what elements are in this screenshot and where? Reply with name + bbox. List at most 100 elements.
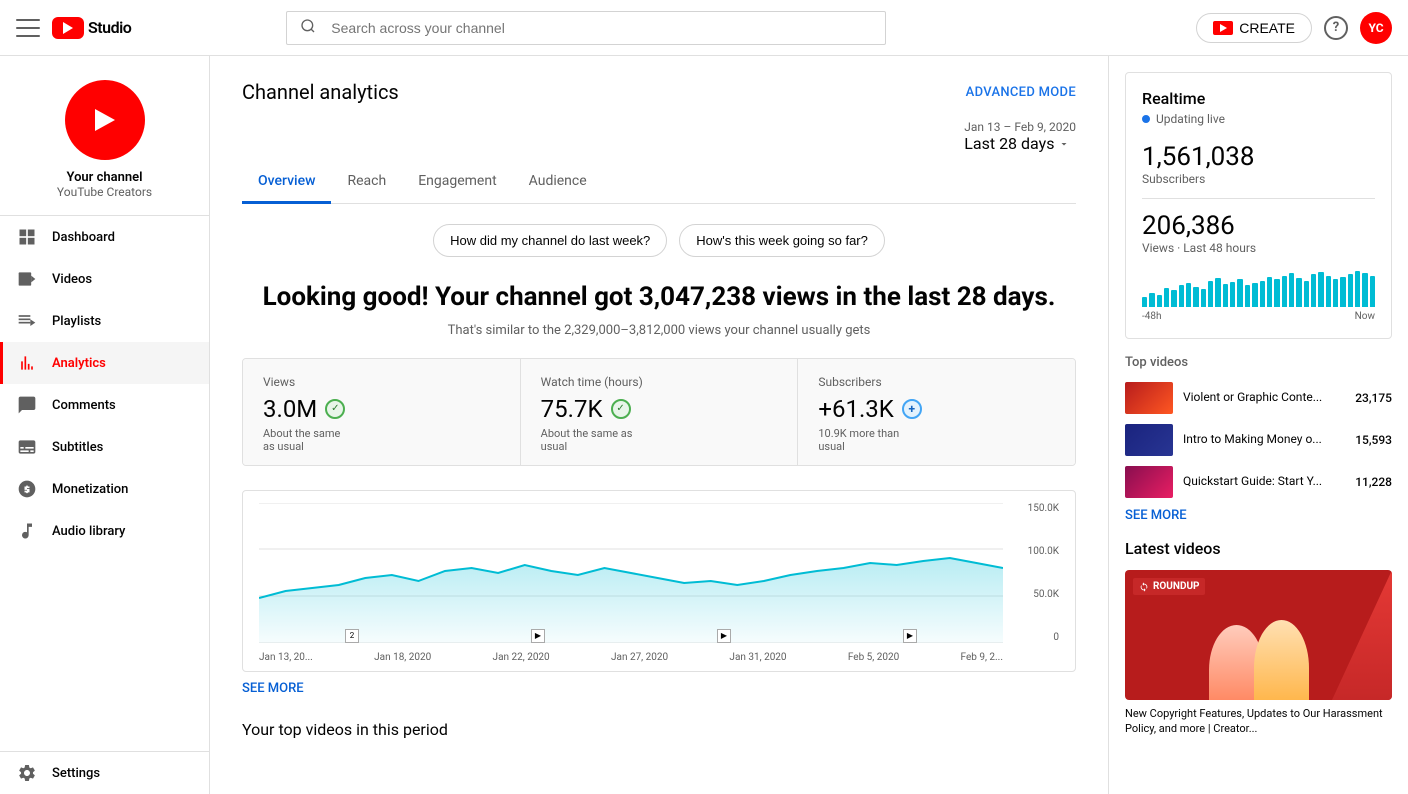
- mini-bar: [1318, 272, 1323, 307]
- x-label-3: Jan 22, 2020: [493, 652, 550, 663]
- top-videos-section: Top videos Violent or Graphic Conte... 2…: [1125, 355, 1392, 523]
- realtime-views-label: Views · Last 48 hours: [1142, 241, 1375, 255]
- analytics-icon: [16, 352, 38, 374]
- chart-markers: 2 ▶ ▶ ▶: [259, 629, 1003, 643]
- chart-y-labels: 150.0K 100.0K 50.0K 0: [1009, 503, 1059, 643]
- sidebar-item-settings[interactable]: Settings: [0, 752, 209, 794]
- question-buttons: How did my channel do last week? How's t…: [242, 224, 1076, 257]
- date-period-selector[interactable]: Last 28 days: [964, 134, 1076, 153]
- stats-subtext: That's similar to the 2,329,000–3,812,00…: [242, 323, 1076, 338]
- tab-overview[interactable]: Overview: [242, 161, 331, 204]
- sidebar-item-analytics[interactable]: Analytics: [0, 342, 209, 384]
- sidebar-item-dashboard[interactable]: Dashboard: [0, 216, 209, 258]
- chart-svg-wrap: [259, 503, 1003, 643]
- sidebar: Your channel YouTube Creators Dashboard …: [0, 56, 210, 794]
- chart-marker-3[interactable]: ▶: [717, 629, 731, 643]
- tab-reach[interactable]: Reach: [331, 161, 402, 204]
- date-period: Last 28 days: [964, 134, 1054, 153]
- metric-subscribers-note: 10.9K more thanusual: [818, 427, 1055, 453]
- comments-label: Comments: [52, 398, 116, 413]
- create-button[interactable]: CREATE: [1196, 13, 1312, 43]
- sidebar-item-playlists[interactable]: Playlists: [0, 300, 209, 342]
- channel-subtitle: YouTube Creators: [57, 185, 152, 199]
- mini-bar: [1237, 279, 1242, 307]
- tab-engagement[interactable]: Engagement: [402, 161, 512, 204]
- chart-marker-1[interactable]: 2: [345, 629, 359, 643]
- metric-watchtime-value-row: 75.7K ✓: [541, 395, 778, 423]
- metrics-row: Views 3.0M ✓ About the sameas usual Watc…: [242, 358, 1076, 466]
- sidebar-item-subtitles[interactable]: Subtitles: [0, 426, 209, 468]
- sidebar-item-monetization[interactable]: Monetization: [0, 468, 209, 510]
- settings-label: Settings: [52, 766, 100, 781]
- question-btn-2[interactable]: How's this week going so far?: [679, 224, 885, 257]
- date-selector-row: Jan 13 – Feb 9, 2020 Last 28 days: [242, 120, 1076, 153]
- mini-bar: [1179, 285, 1184, 307]
- mini-bar: [1223, 284, 1228, 307]
- sidebar-item-audio-library[interactable]: Audio library: [0, 510, 209, 552]
- person-silhouette-2: [1254, 620, 1309, 700]
- mini-bar: [1171, 290, 1176, 307]
- channel-name: Your channel: [66, 170, 142, 185]
- top-videos-title: Top videos: [1125, 355, 1392, 370]
- y-label-100k: 100.0K: [1028, 546, 1059, 557]
- help-icon[interactable]: ?: [1324, 16, 1348, 40]
- sidebar-item-videos[interactable]: Videos: [0, 258, 209, 300]
- tab-audience[interactable]: Audience: [513, 161, 603, 204]
- search-input[interactable]: [286, 11, 886, 45]
- audio-library-label: Audio library: [52, 524, 125, 539]
- top-video-count-3: 11,228: [1355, 475, 1392, 489]
- mini-bar: [1326, 276, 1331, 307]
- latest-videos-title: Latest videos: [1125, 539, 1392, 558]
- youtube-logo-icon: [52, 17, 84, 39]
- tabs: Overview Reach Engagement Audience: [242, 161, 1076, 204]
- see-more-link[interactable]: SEE MORE: [242, 681, 304, 696]
- camera-icon: [1213, 21, 1233, 35]
- question-btn-1[interactable]: How did my channel do last week?: [433, 224, 667, 257]
- mini-bar: [1333, 279, 1338, 307]
- monetization-label: Monetization: [52, 482, 128, 497]
- realtime-subscribers-label: Subscribers: [1142, 172, 1375, 186]
- search-icon: [300, 18, 316, 38]
- mini-bar: [1267, 277, 1272, 307]
- mini-bar: [1296, 278, 1301, 307]
- metric-subscribers-value-row: +61.3K +: [818, 395, 1055, 423]
- create-label: CREATE: [1239, 20, 1295, 36]
- chart-container: 150.0K 100.0K 50.0K 0: [242, 490, 1076, 672]
- top-video-name-1: Violent or Graphic Conte...: [1183, 390, 1345, 406]
- top-video-count-2: 15,593: [1355, 433, 1392, 447]
- y-label-50k: 50.0K: [1033, 589, 1059, 600]
- topbar-left: Studio: [16, 17, 131, 39]
- hamburger-menu-icon[interactable]: [16, 19, 40, 37]
- top-video-item-3: Quickstart Guide: Start Y... 11,228: [1125, 466, 1392, 498]
- dashboard-icon: [16, 226, 38, 248]
- avatar[interactable]: YC: [1360, 12, 1392, 44]
- topbar-right: CREATE ? YC: [1196, 12, 1392, 44]
- mini-chart-label-right: Now: [1355, 311, 1375, 322]
- advanced-mode-link[interactable]: ADVANCED MODE: [966, 85, 1076, 100]
- x-label-6: Feb 5, 2020: [848, 652, 899, 663]
- metric-watchtime-value: 75.7K: [541, 395, 603, 423]
- studio-logo-text: Studio: [88, 18, 131, 37]
- latest-videos-section: Latest videos ROUNDUP New Copyright: [1125, 539, 1392, 737]
- see-more-right-link[interactable]: SEE MORE: [1125, 508, 1392, 523]
- mini-bar: [1348, 274, 1353, 307]
- mini-bar: [1245, 285, 1250, 307]
- realtime-bar-chart: [1142, 267, 1375, 307]
- logo[interactable]: Studio: [52, 17, 131, 39]
- mini-bar: [1252, 283, 1257, 307]
- metric-subscribers-value: +61.3K: [818, 395, 893, 423]
- y-label-0: 0: [1053, 632, 1059, 643]
- audio-library-icon: [16, 520, 38, 542]
- top-video-name-2: Intro to Making Money o...: [1183, 432, 1345, 448]
- live-label: Updating live: [1156, 112, 1225, 126]
- sidebar-item-comments[interactable]: Comments: [0, 384, 209, 426]
- chart-marker-4[interactable]: ▶: [903, 629, 917, 643]
- metric-views-value-row: 3.0M ✓: [263, 395, 500, 423]
- top-video-info-3: Quickstart Guide: Start Y...: [1183, 474, 1345, 490]
- subtitles-icon: [16, 436, 38, 458]
- chart-marker-2[interactable]: ▶: [531, 629, 545, 643]
- nav-items: Dashboard Videos Playlists Analytics: [0, 216, 209, 751]
- top-video-thumb-3: [1125, 466, 1173, 498]
- content-area: Channel analytics ADVANCED MODE Jan 13 –…: [210, 56, 1108, 794]
- metric-card-watchtime: Watch time (hours) 75.7K ✓ About the sam…: [521, 359, 799, 465]
